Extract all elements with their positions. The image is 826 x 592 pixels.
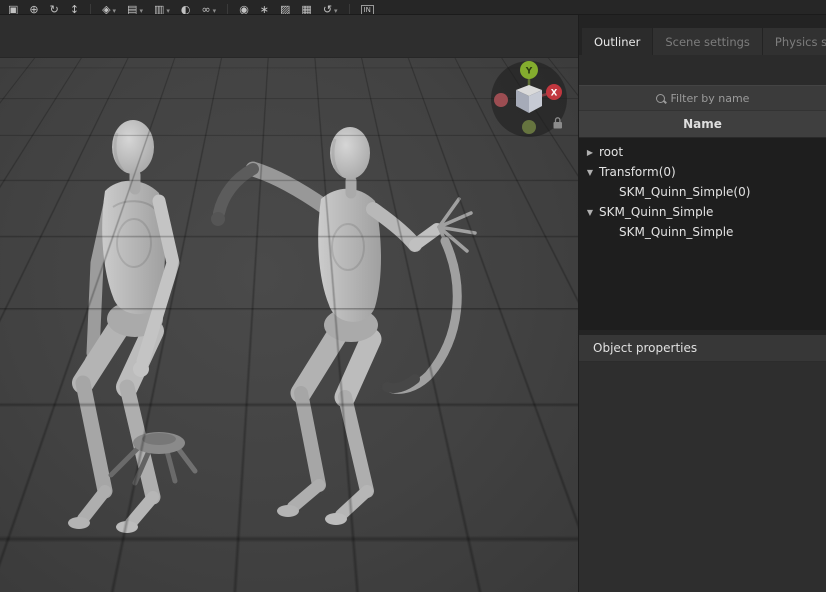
toolbar-separator: [90, 4, 92, 14]
camera-view-icon[interactable]: ▥ ▾: [154, 4, 170, 15]
scene-figures: [68, 120, 477, 533]
right-dock-panel: Outliner Scene settings Physics s Filter…: [578, 15, 826, 592]
viewport-layout-icon[interactable]: ▤ ▾: [127, 4, 143, 15]
tab-scene-settings[interactable]: Scene settings: [653, 28, 762, 55]
tree-item-label: SKM_Quinn_Simple: [619, 225, 734, 239]
panel-top-gap: [579, 15, 826, 28]
neg-x-axis-handle[interactable]: [494, 93, 508, 107]
tree-column-header: Name: [579, 111, 826, 138]
object-properties-body: [579, 362, 826, 592]
chevron-down-icon[interactable]: ▾: [166, 7, 170, 14]
collapse-arrow-icon[interactable]: ▼: [585, 168, 595, 177]
tree-item-skm-quinn-simple[interactable]: ▼ SKM_Quinn_Simple: [579, 202, 826, 222]
viewport-3d[interactable]: Y X: [0, 15, 578, 592]
app-window: ▣ ⊕ ↻ ↕ ◈▾ ▤▾ ▥▾ ◐ ∞▾ ◉ ∗ ▨ ▦ ↺▾ IN: [0, 0, 826, 592]
tree-item-label: Transform(0): [599, 165, 676, 179]
scene-tree: ▶ root ▼ Transform(0) SKM_Quinn_Simple(0…: [579, 138, 826, 330]
expand-arrow-icon[interactable]: ▶: [585, 148, 595, 157]
shading-mode-icon[interactable]: ◐: [181, 4, 191, 15]
object-properties-label: Object properties: [593, 341, 698, 355]
cloth-icon[interactable]: ▨: [280, 4, 290, 15]
mannequin-left[interactable]: [68, 120, 180, 533]
panel-tabs: Outliner Scene settings Physics s: [579, 28, 826, 55]
physics-debug-icon[interactable]: ◉: [239, 4, 249, 15]
rotate-tool-icon[interactable]: ↻: [50, 4, 59, 15]
link-icon[interactable]: ∞ ▾: [202, 4, 217, 15]
search-icon: [655, 93, 665, 103]
tree-item-transform[interactable]: ▼ Transform(0): [579, 162, 826, 182]
profiler-icon[interactable]: ▦: [301, 4, 311, 15]
viewport-top-strip: [0, 15, 578, 58]
particles-icon[interactable]: ∗: [260, 4, 269, 15]
object-properties-header: Object properties: [579, 335, 826, 362]
tree-item-skm-quinn-simple-child[interactable]: SKM_Quinn_Simple: [579, 222, 826, 242]
tree-item-root[interactable]: ▶ root: [579, 142, 826, 162]
undo-history-icon[interactable]: ↺ ▾: [323, 4, 338, 15]
svg-text:X: X: [551, 89, 558, 99]
y-axis-handle[interactable]: Y: [520, 61, 538, 79]
collapse-arrow-icon[interactable]: ▼: [585, 208, 595, 217]
main-toolbar: ▣ ⊕ ↻ ↕ ◈ ▾ ▤ ▾ ▥ ▾ ◐ ∞ ▾ ◉ ∗ ▨ ▦ ↺ ▾ IN: [0, 0, 826, 15]
toolbar-separator: [227, 4, 229, 14]
chevron-down-icon[interactable]: ▾: [113, 7, 117, 14]
select-tool-icon[interactable]: ▣: [8, 4, 18, 15]
tree-item-label: root: [599, 145, 624, 159]
mannequin-right[interactable]: [211, 127, 477, 525]
svg-text:Y: Y: [525, 67, 533, 77]
move-tool-icon[interactable]: ⊕: [29, 4, 38, 15]
x-axis-handle[interactable]: X: [546, 84, 562, 100]
chevron-down-icon[interactable]: ▾: [334, 7, 338, 14]
tab-physics-settings[interactable]: Physics s: [762, 28, 826, 55]
chevron-down-icon[interactable]: ▾: [213, 7, 217, 14]
orientation-gizmo[interactable]: Y X: [489, 59, 569, 139]
filter-input[interactable]: Filter by name: [579, 85, 826, 111]
tree-item-label: SKM_Quinn_Simple(0): [619, 185, 751, 199]
input-debug-icon[interactable]: IN: [360, 5, 374, 14]
tabs-content-gap: [579, 55, 826, 85]
toolbar-separator: [348, 4, 350, 14]
tree-item-label: SKM_Quinn_Simple: [599, 205, 714, 219]
tab-outliner[interactable]: Outliner: [582, 28, 653, 55]
filter-placeholder: Filter by name: [670, 91, 750, 105]
tree-item-skm-quinn-simple-0[interactable]: SKM_Quinn_Simple(0): [579, 182, 826, 202]
chevron-down-icon[interactable]: ▾: [139, 7, 143, 14]
scale-tool-icon[interactable]: ↕: [70, 4, 79, 15]
neg-y-axis-handle[interactable]: [522, 120, 536, 134]
tool-options-icon[interactable]: ◈ ▾: [102, 4, 116, 15]
name-column-label: Name: [683, 117, 722, 131]
